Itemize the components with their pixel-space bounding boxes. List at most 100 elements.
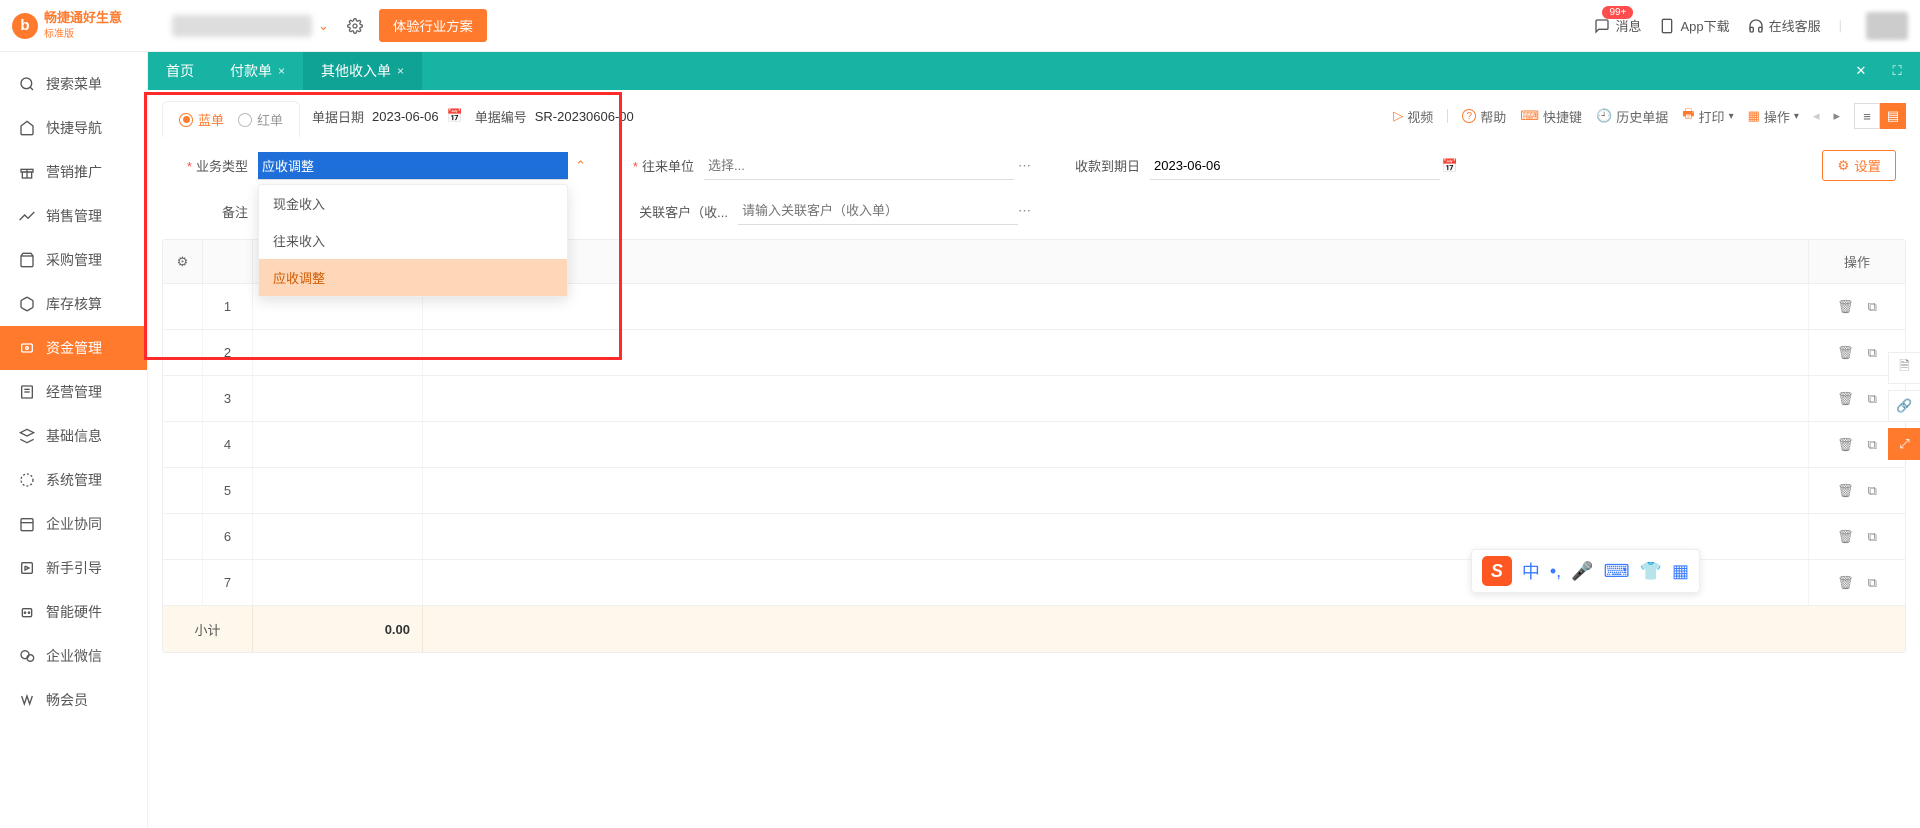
app-download-link[interactable]: App下载: [1659, 16, 1729, 35]
dropdown-option[interactable]: 往来收入: [259, 222, 567, 259]
calendar-icon[interactable]: 📅: [1442, 158, 1458, 174]
table-row[interactable]: 3🗑⧉: [163, 376, 1905, 422]
sidebar-item-member[interactable]: 畅会员: [0, 678, 147, 722]
sidebar-item-inventory[interactable]: 库存核算: [0, 282, 147, 326]
row-amount[interactable]: [253, 330, 423, 375]
close-icon[interactable]: ×: [278, 64, 285, 78]
row-amount[interactable]: [253, 514, 423, 559]
delete-icon[interactable]: 🗑: [1837, 345, 1854, 361]
sidebar-item-hardware[interactable]: 智能硬件: [0, 590, 147, 634]
org-dropdown[interactable]: ⌄: [160, 15, 341, 37]
experience-button[interactable]: 体验行业方案: [379, 9, 487, 42]
shortcut-link[interactable]: ⌨快捷键: [1520, 107, 1582, 126]
add-row-icon[interactable]: ⧉: [1868, 345, 1877, 361]
doc-date-value[interactable]: 2023-06-06: [372, 109, 439, 124]
print-link[interactable]: 🖶打印▾: [1682, 105, 1733, 127]
ime-menu-icon[interactable]: ▦: [1672, 561, 1689, 582]
ime-toolbar[interactable]: S 中 •, 🎤 ⌨ 👕 ▦: [1471, 549, 1700, 593]
view-card-icon[interactable]: ▤: [1880, 103, 1906, 129]
ime-keyboard-icon[interactable]: ⌨: [1604, 561, 1630, 582]
service-link[interactable]: 在线客服: [1748, 16, 1821, 35]
add-row-icon[interactable]: ⧉: [1868, 391, 1877, 407]
more-icon[interactable]: ⋯: [1018, 203, 1032, 219]
tab-expand-icon[interactable]: ⛶: [1884, 58, 1910, 84]
grid-footer: 小计 0.00: [163, 606, 1905, 652]
row-amount[interactable]: [253, 468, 423, 513]
delete-icon[interactable]: 🗑: [1837, 483, 1854, 499]
row-amount[interactable]: [253, 376, 423, 421]
delete-icon[interactable]: 🗑: [1837, 391, 1854, 407]
messages-link[interactable]: 99+ 消息: [1594, 16, 1641, 35]
sidebar-item-funds[interactable]: 资金管理: [0, 326, 147, 370]
rel-customer-input[interactable]: [738, 197, 1018, 225]
tab-payment[interactable]: 付款单×: [212, 52, 303, 90]
video-link[interactable]: ▷视频: [1393, 107, 1433, 126]
chevron-up-icon[interactable]: ⌃: [575, 158, 586, 174]
sidebar-item-guide[interactable]: 新手引导: [0, 546, 147, 590]
row-index: 4: [203, 422, 253, 467]
due-date-input[interactable]: [1150, 152, 1440, 180]
row-amount[interactable]: [253, 560, 423, 605]
table-row[interactable]: 4 🗑 ⧉: [163, 422, 1905, 468]
add-row-icon[interactable]: ⧉: [1868, 575, 1877, 591]
delete-icon[interactable]: 🗑: [1837, 437, 1854, 453]
user-avatar[interactable]: [1866, 12, 1908, 40]
sidebar-item-sales[interactable]: 销售管理: [0, 194, 147, 238]
doc-date-label: 单据日期: [312, 107, 364, 126]
more-icon[interactable]: ⋯: [1018, 158, 1032, 174]
add-row-icon[interactable]: ⧉: [1868, 529, 1877, 545]
trend-icon: [18, 207, 36, 225]
row-spacer: [423, 376, 1809, 421]
ime-mic-icon[interactable]: 🎤: [1571, 561, 1593, 582]
view-list-icon[interactable]: ≡: [1854, 103, 1880, 129]
tab-other-income[interactable]: 其他收入单×: [303, 52, 422, 90]
sidebar-item-marketing[interactable]: 营销推广: [0, 150, 147, 194]
dropdown-option[interactable]: 应收调整: [259, 259, 567, 296]
radio-red[interactable]: 红单: [238, 110, 283, 129]
expand-icon[interactable]: ⤢: [1888, 428, 1920, 460]
close-icon[interactable]: ×: [397, 64, 404, 78]
ime-punct-icon[interactable]: •,: [1550, 561, 1561, 582]
sidebar-item-quick[interactable]: 快捷导航: [0, 106, 147, 150]
calendar-icon[interactable]: 📅: [447, 108, 463, 124]
delete-icon[interactable]: 🗑: [1837, 575, 1854, 591]
sidebar-item-system[interactable]: 系统管理: [0, 458, 147, 502]
add-row-icon[interactable]: ⧉: [1868, 483, 1877, 499]
home-icon: [18, 119, 36, 137]
table-row[interactable]: 2🗑⧉: [163, 330, 1905, 376]
add-row-icon[interactable]: ⧉: [1868, 437, 1877, 453]
settings-icon[interactable]: [341, 12, 369, 40]
history-link[interactable]: 🕘历史单据: [1596, 107, 1668, 126]
partner-input[interactable]: [704, 152, 1014, 180]
table-row[interactable]: 5 🗑 ⧉: [163, 468, 1905, 514]
tab-home[interactable]: 首页: [148, 52, 212, 90]
note-icon[interactable]: 🗎: [1888, 352, 1920, 384]
sidebar-item-wechat[interactable]: 企业微信: [0, 634, 147, 678]
sidebar-item-purchase[interactable]: 采购管理: [0, 238, 147, 282]
ime-skin-icon[interactable]: 👕: [1640, 561, 1662, 582]
sidebar-item-base[interactable]: 基础信息: [0, 414, 147, 458]
grid-settings-icon[interactable]: ⚙: [163, 240, 203, 283]
row-index: 5: [203, 468, 253, 513]
doc-code-value[interactable]: SR-20230606-00: [535, 109, 634, 124]
row-amount[interactable]: [253, 422, 423, 467]
due-date-field: 收款到期日 📅: [1064, 152, 1464, 180]
play-icon: ▷: [1393, 108, 1403, 124]
help-link[interactable]: ?帮助: [1462, 107, 1506, 126]
sidebar-item-operation[interactable]: 经营管理: [0, 370, 147, 414]
radio-blue[interactable]: 蓝单: [179, 110, 224, 129]
settings-button[interactable]: ⚙设置: [1822, 150, 1896, 181]
dropdown-option[interactable]: 现金收入: [259, 185, 567, 222]
delete-icon[interactable]: 🗑: [1837, 299, 1854, 315]
add-row-icon[interactable]: ⧉: [1868, 299, 1877, 315]
next-doc[interactable]: ▸: [1833, 108, 1840, 124]
ime-lang[interactable]: 中: [1522, 558, 1540, 584]
operations-link[interactable]: ▦操作▾: [1748, 107, 1799, 126]
sidebar-item-search[interactable]: 搜索菜单: [0, 62, 147, 106]
prev-doc[interactable]: ◂: [1813, 108, 1820, 124]
sidebar-item-collab[interactable]: 企业协同: [0, 502, 147, 546]
delete-icon[interactable]: 🗑: [1837, 529, 1854, 545]
biz-type-input[interactable]: [258, 152, 568, 180]
tab-close-all-icon[interactable]: ✕: [1848, 58, 1874, 84]
attach-icon[interactable]: 🔗: [1888, 390, 1920, 422]
